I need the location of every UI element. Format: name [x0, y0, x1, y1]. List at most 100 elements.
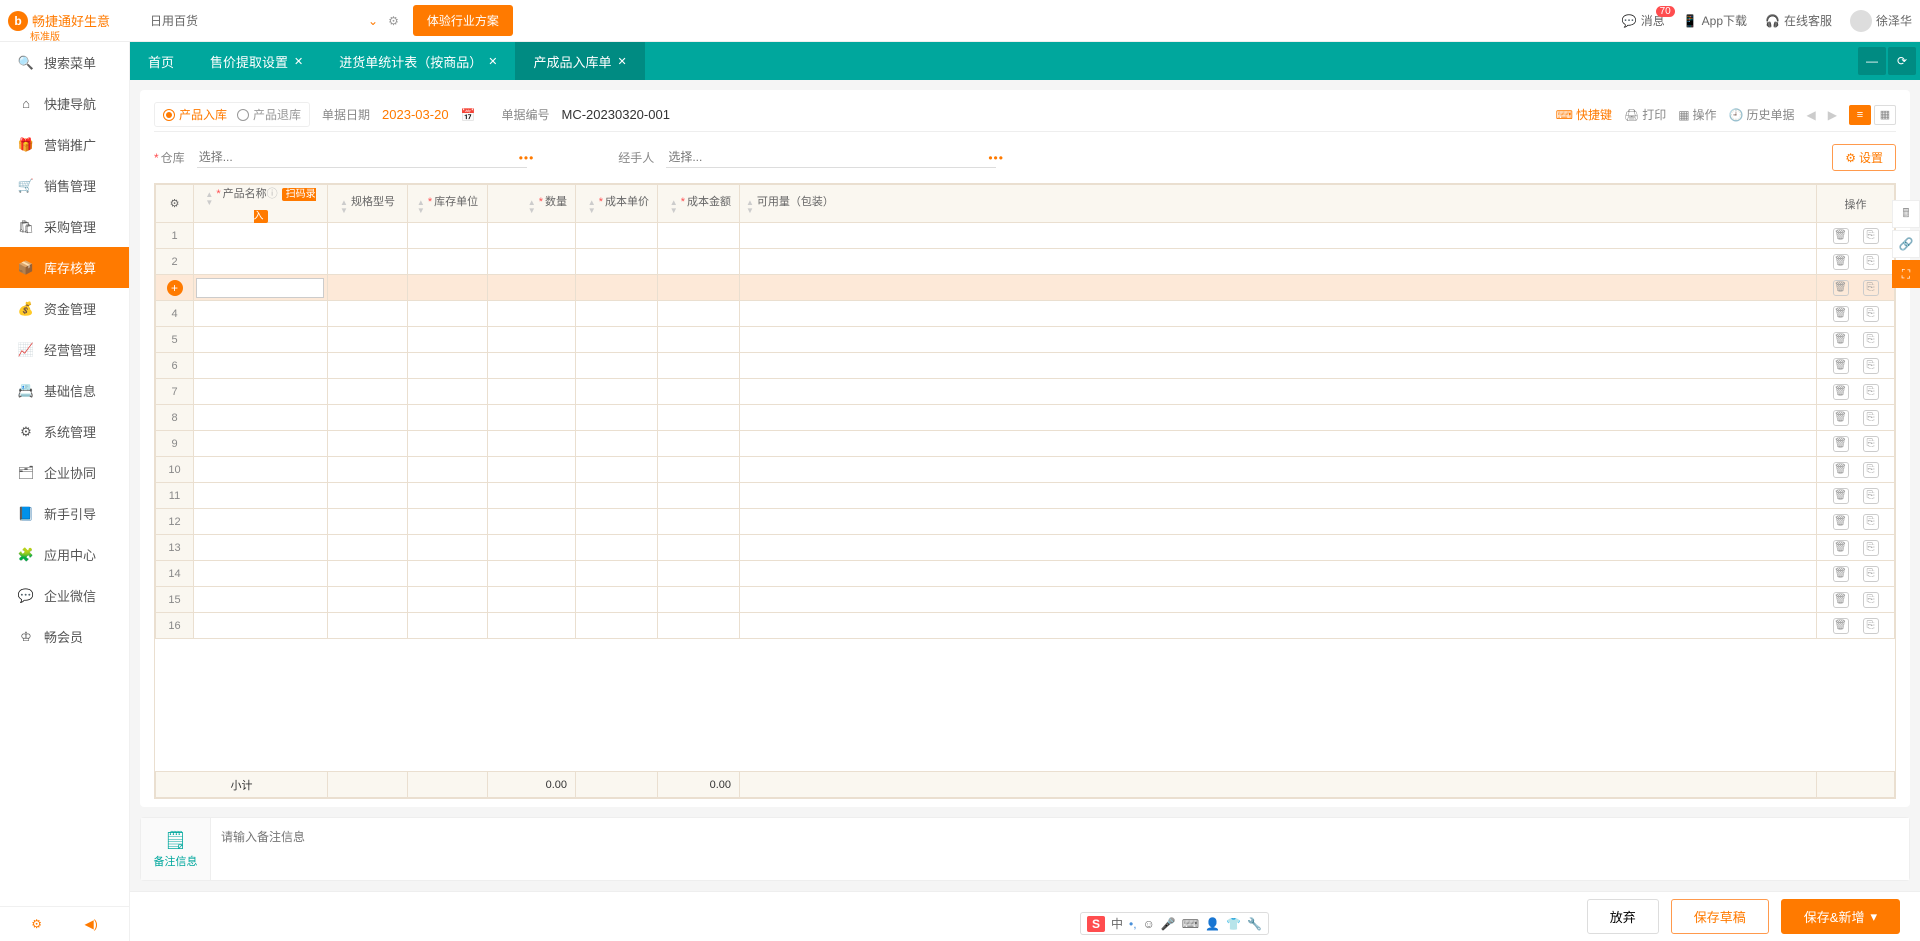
delete-row-icon[interactable]: 🗑 [1833, 462, 1849, 478]
messages-link[interactable]: 💬 消息 70 [1622, 12, 1665, 29]
sidebar-item-5[interactable]: 📦库存核算 [0, 247, 129, 288]
help-icon[interactable]: ⓘ [267, 188, 278, 200]
delete-row-icon[interactable]: 🗑 [1833, 358, 1849, 374]
col-cost-price[interactable]: ▲▼*成本单价 [576, 185, 658, 223]
delete-row-icon[interactable]: 🗑 [1833, 592, 1849, 608]
sidebar-item-0[interactable]: 🔍搜索菜单 [0, 42, 129, 83]
view-card-button[interactable]: ▦ [1874, 105, 1896, 125]
col-cost-amount[interactable]: ▲▼*成本金额 [658, 185, 740, 223]
prev-icon[interactable]: ◀ [1807, 108, 1816, 122]
copy-row-icon[interactable]: ⎘ [1863, 436, 1879, 452]
table-row[interactable]: 15🗑⎘ [156, 587, 1895, 613]
close-icon[interactable]: ✕ [618, 55, 627, 68]
settings-button[interactable]: ⚙ 设置 [1832, 144, 1896, 171]
copy-row-icon[interactable]: ⎘ [1863, 254, 1879, 270]
copy-row-icon[interactable]: ⎘ [1863, 592, 1879, 608]
gear-icon[interactable]: ⚙ [388, 14, 399, 28]
warehouse-more-icon[interactable]: ••• [519, 151, 535, 165]
table-row[interactable]: 7🗑⎘ [156, 379, 1895, 405]
tab-0[interactable]: 首页 [130, 42, 192, 80]
col-available[interactable]: ▲▼可用量（包装） [740, 185, 1817, 223]
table-row[interactable]: 9🗑⎘ [156, 431, 1895, 457]
product-name-input[interactable] [196, 278, 324, 298]
try-scheme-button[interactable]: 体验行业方案 [413, 5, 513, 36]
calendar-icon[interactable]: 📅 [461, 108, 476, 122]
tab-refresh-button[interactable]: ⟳ [1888, 47, 1916, 75]
delete-row-icon[interactable]: 🗑 [1833, 228, 1849, 244]
delete-row-icon[interactable]: 🗑 [1833, 540, 1849, 556]
table-row[interactable]: 13🗑⎘ [156, 535, 1895, 561]
shortcut-link[interactable]: ⌨ 快捷键 [1556, 106, 1612, 123]
tab-1[interactable]: 售价提取设置✕ [192, 42, 321, 80]
sidebar-item-6[interactable]: 💰资金管理 [0, 288, 129, 329]
col-product[interactable]: ▲▼*产品名称ⓘ扫码录入 [194, 185, 328, 223]
copy-row-icon[interactable]: ⎘ [1863, 306, 1879, 322]
ime-toolbar[interactable]: S 中 •, ☺ 🎤 ⌨ 👤 👕 🔧 [1080, 912, 1269, 935]
sidebar-item-14[interactable]: ♔畅会员 [0, 616, 129, 657]
tab-2[interactable]: 进货单统计表（按商品）✕ [321, 42, 515, 80]
table-row[interactable]: 4🗑⎘ [156, 301, 1895, 327]
table-row[interactable]: 2🗑⎘ [156, 249, 1895, 275]
table-row[interactable]: 14🗑⎘ [156, 561, 1895, 587]
table-row[interactable]: 10🗑⎘ [156, 457, 1895, 483]
copy-row-icon[interactable]: ⎘ [1863, 618, 1879, 634]
copy-row-icon[interactable]: ⎘ [1863, 280, 1879, 296]
delete-row-icon[interactable]: 🗑 [1833, 488, 1849, 504]
app-download-link[interactable]: 📱 App下载 [1683, 12, 1747, 29]
delete-row-icon[interactable]: 🗑 [1833, 514, 1849, 530]
history-link[interactable]: 🕘 历史单据 [1729, 106, 1795, 123]
copy-row-icon[interactable]: ⎘ [1863, 410, 1879, 426]
copy-row-icon[interactable]: ⎘ [1863, 488, 1879, 504]
copy-row-icon[interactable]: ⎘ [1863, 358, 1879, 374]
delete-row-icon[interactable]: 🗑 [1833, 306, 1849, 322]
delete-row-icon[interactable]: 🗑 [1833, 618, 1849, 634]
sidebar-collapse-icon[interactable]: ◀) [85, 917, 98, 931]
tab-minimize-button[interactable]: — [1858, 47, 1886, 75]
table-row[interactable]: 5🗑⎘ [156, 327, 1895, 353]
sidebar-item-9[interactable]: ⚙系统管理 [0, 411, 129, 452]
next-icon[interactable]: ▶ [1828, 108, 1837, 122]
notes-input[interactable] [211, 818, 1909, 880]
save-new-button[interactable]: 保存&新增 ▾ [1781, 899, 1900, 934]
copy-row-icon[interactable]: ⎘ [1863, 462, 1879, 478]
delete-row-icon[interactable]: 🗑 [1833, 332, 1849, 348]
sidebar-settings-icon[interactable]: ⚙ [31, 917, 42, 931]
copy-row-icon[interactable]: ⎘ [1863, 228, 1879, 244]
radio-product-in[interactable]: 产品入库 [163, 106, 227, 123]
handler-more-icon[interactable]: ••• [988, 151, 1004, 165]
copy-row-icon[interactable]: ⎘ [1863, 384, 1879, 400]
handler-select[interactable] [666, 147, 996, 168]
copy-row-icon[interactable]: ⎘ [1863, 566, 1879, 582]
sidebar-item-7[interactable]: 📈经营管理 [0, 329, 129, 370]
sidebar-item-2[interactable]: 🎁营销推广 [0, 124, 129, 165]
save-draft-button[interactable]: 保存草稿 [1671, 899, 1769, 934]
print-link[interactable]: 🖨 打印 [1624, 106, 1666, 123]
sidebar-item-11[interactable]: 📘新手引导 [0, 493, 129, 534]
operate-link[interactable]: ▦ 操作 [1678, 106, 1716, 123]
close-icon[interactable]: ✕ [294, 55, 303, 68]
sidebar-item-13[interactable]: 💬企业微信 [0, 575, 129, 616]
copy-row-icon[interactable]: ⎘ [1863, 514, 1879, 530]
delete-row-icon[interactable]: 🗑 [1833, 254, 1849, 270]
sidebar-item-3[interactable]: 🛒销售管理 [0, 165, 129, 206]
table-row[interactable]: 16🗑⎘ [156, 613, 1895, 639]
discard-button[interactable]: 放弃 [1587, 899, 1659, 934]
table-row[interactable]: +🗑⎘ [156, 275, 1895, 301]
doc-date-value[interactable]: 2023-03-20 [382, 107, 449, 122]
rail-calc-button[interactable]: 🖩 [1892, 200, 1920, 228]
sidebar-item-10[interactable]: 🗂企业协同 [0, 452, 129, 493]
delete-row-icon[interactable]: 🗑 [1833, 280, 1849, 296]
delete-row-icon[interactable]: 🗑 [1833, 410, 1849, 426]
close-icon[interactable]: ✕ [488, 55, 497, 68]
col-spec[interactable]: ▲▼规格型号 [328, 185, 408, 223]
online-service-link[interactable]: 🎧 在线客服 [1765, 12, 1832, 29]
table-row[interactable]: 11🗑⎘ [156, 483, 1895, 509]
rail-link-button[interactable]: 🔗 [1892, 230, 1920, 258]
table-row[interactable]: 1🗑⎘ [156, 223, 1895, 249]
table-row[interactable]: 12🗑⎘ [156, 509, 1895, 535]
view-list-button[interactable]: ≡ [1849, 105, 1871, 125]
col-unit[interactable]: ▲▼*库存单位 [408, 185, 488, 223]
delete-row-icon[interactable]: 🗑 [1833, 436, 1849, 452]
user-menu[interactable]: 徐泽华 [1850, 10, 1912, 32]
col-gear[interactable]: ⚙ [156, 185, 194, 223]
